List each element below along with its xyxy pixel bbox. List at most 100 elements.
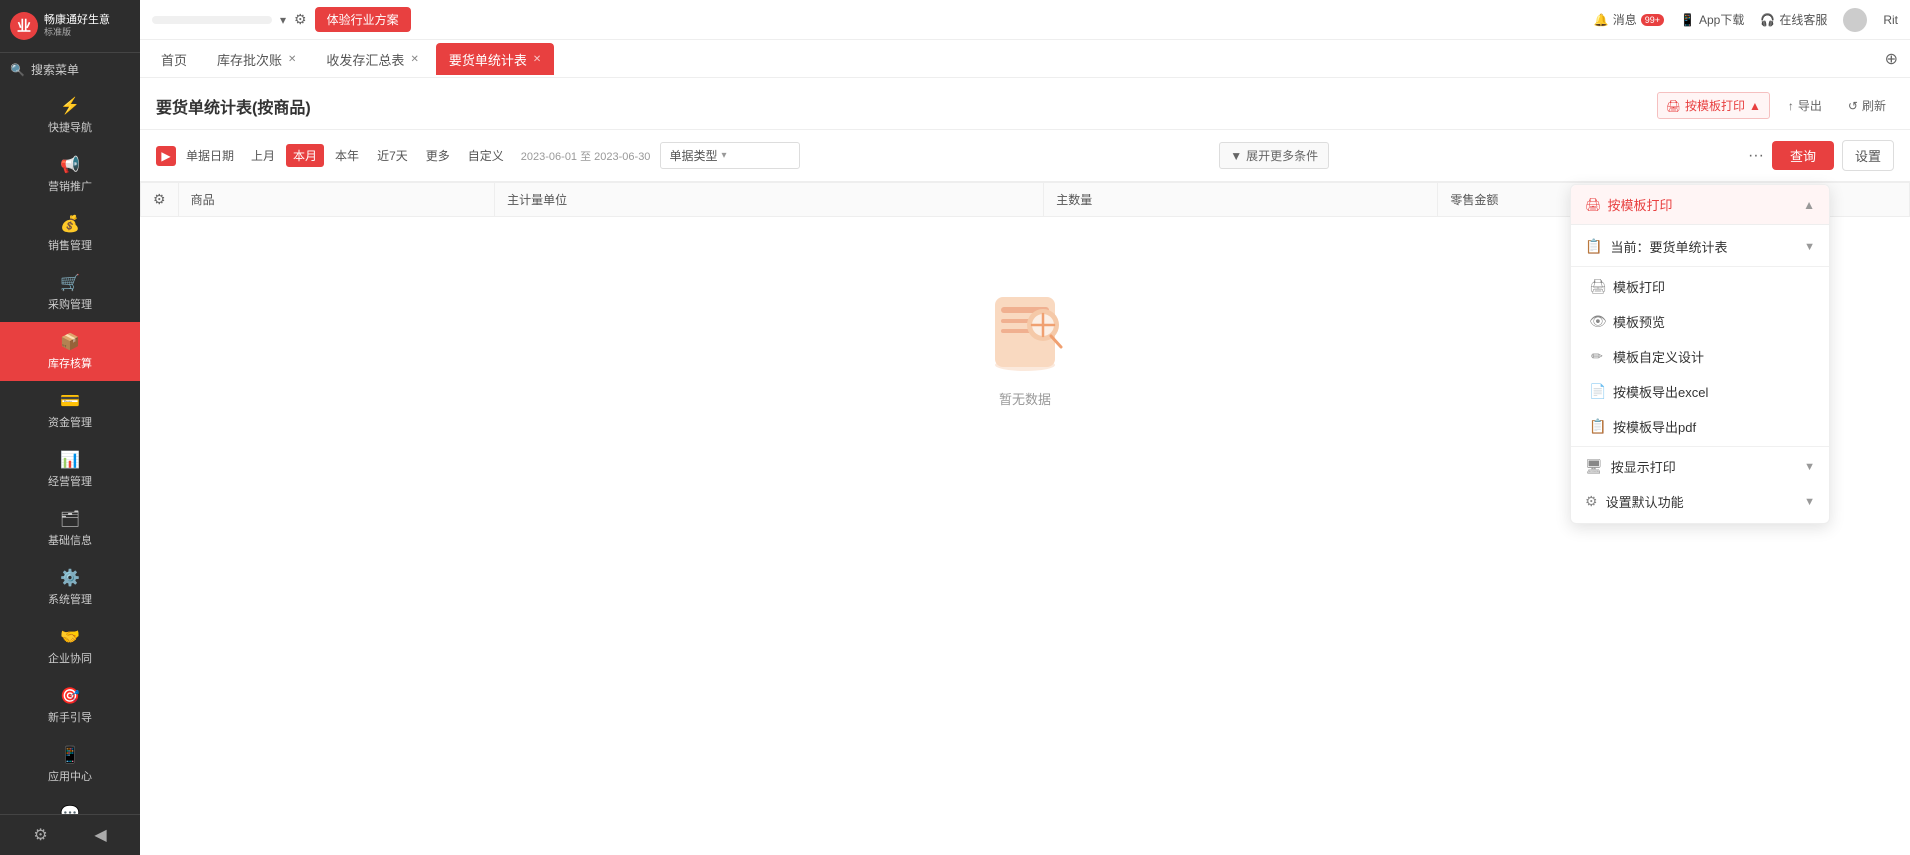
sidebar-item-inventory[interactable]: 📦 库存核算 bbox=[0, 322, 140, 381]
main-content: ▾ ⚙ 体验行业方案 🔔 消息 99+ 📱 App下载 🎧 在线客服 Rit bbox=[140, 0, 1910, 855]
settings-btn[interactable]: 设置 bbox=[1842, 140, 1894, 171]
sidebar-item-apps[interactable]: 📱 应用中心 bbox=[0, 735, 140, 794]
default-func-item[interactable]: ⚙ 设置默认功能 ▼ bbox=[1571, 484, 1829, 519]
logo-text: 畅康通好生意 标准版 bbox=[44, 13, 110, 39]
basic-icon: 🗂 bbox=[60, 509, 80, 529]
sidebar-item-operation[interactable]: 📊 经营管理 bbox=[0, 440, 140, 499]
template-excel-item[interactable]: 📄 按模板导出excel bbox=[1571, 374, 1829, 409]
sidebar-item-system[interactable]: ⚙️ 系统管理 bbox=[0, 558, 140, 617]
template-print-item[interactable]: 🖨 模板打印 bbox=[1571, 269, 1829, 304]
custom-date-btn[interactable]: 自定义 bbox=[461, 144, 511, 167]
filter-bar: ▶ 单据日期 上月 本月 本年 近7天 更多 自定义 2023-06-01 至 … bbox=[140, 130, 1910, 182]
sidebar-item-purchase[interactable]: 🛒 采购管理 bbox=[0, 263, 140, 322]
headset-icon: 🎧 bbox=[1760, 13, 1775, 27]
table-settings-col[interactable]: ⚙ bbox=[141, 183, 179, 217]
template-print-icon: 🖨 bbox=[1589, 278, 1605, 295]
sidebar-item-quick-nav[interactable]: ⚡ 快捷导航 bbox=[0, 86, 140, 145]
tab-home[interactable]: 首页 bbox=[148, 43, 200, 75]
sidebar-item-sales[interactable]: 💰 销售管理 bbox=[0, 204, 140, 263]
table-settings-icon[interactable]: ⚙ bbox=[153, 191, 166, 207]
more-options-btn[interactable]: ··· bbox=[1748, 147, 1764, 165]
receipt-summary-label: 收发存汇总表 bbox=[326, 50, 404, 69]
quantity-col-header: 主数量 bbox=[1044, 183, 1438, 217]
tab-order-stats[interactable]: 要货单统计表 ✕ bbox=[436, 43, 554, 75]
dropdown-close-area[interactable]: ▲ bbox=[1803, 198, 1815, 212]
user-avatar[interactable] bbox=[1843, 8, 1867, 32]
template-custom-item[interactable]: ✏ 模板自定义设计 bbox=[1571, 339, 1829, 374]
prev-month-btn[interactable]: 上月 bbox=[244, 144, 282, 167]
date-range-display: 2023-06-01 至 2023-06-30 bbox=[521, 148, 651, 164]
page-actions: 🖨 按模板打印 ▲ ↑ 导出 ↺ 刷新 bbox=[1657, 92, 1894, 119]
sales-icon: 💰 bbox=[60, 214, 80, 234]
top-search-input[interactable] bbox=[152, 16, 272, 24]
apps-icon: 📱 bbox=[60, 745, 80, 765]
app-logo: 业 畅康通好生意 标准版 bbox=[0, 0, 140, 53]
sidebar-item-wechat[interactable]: 💬 企业微信 bbox=[0, 794, 140, 814]
dropdown-header: 🖨 按模板打印 ▲ bbox=[1571, 185, 1829, 225]
export-icon: ↑ bbox=[1788, 99, 1794, 113]
this-month-btn[interactable]: 本月 bbox=[286, 144, 324, 167]
search-menu[interactable]: 🔍 搜索菜单 bbox=[0, 53, 140, 86]
empty-text: 暂无数据 bbox=[999, 389, 1051, 408]
refresh-icon: ↺ bbox=[1848, 99, 1858, 113]
operation-icon: 📊 bbox=[60, 450, 80, 470]
wechat-icon: 💬 bbox=[60, 804, 80, 814]
print-template-btn[interactable]: 🖨 按模板打印 ▲ bbox=[1657, 92, 1770, 119]
sidebar-item-finance[interactable]: 💳 资金管理 bbox=[0, 381, 140, 440]
template-pdf-item[interactable]: 📋 按模板导出pdf bbox=[1571, 409, 1829, 444]
topbar-settings-icon[interactable]: ⚙ bbox=[294, 11, 307, 28]
tab-inventory-batch[interactable]: 库存批次账 ✕ bbox=[204, 43, 309, 75]
sidebar: 业 畅康通好生意 标准版 🔍 搜索菜单 ⚡ 快捷导航 📢 营销推广 💰 销售管理… bbox=[0, 0, 140, 855]
inventory-batch-label: 库存批次账 bbox=[217, 50, 282, 69]
page-title: 要货单统计表(按商品) bbox=[156, 94, 311, 118]
template-pdf-icon: 📋 bbox=[1589, 418, 1605, 435]
search-chevron-icon[interactable]: ▾ bbox=[280, 13, 286, 27]
tab-receipt-summary[interactable]: 收发存汇总表 ✕ bbox=[313, 43, 431, 75]
date-buttons: 上月 本月 本年 近7天 更多 自定义 bbox=[244, 144, 511, 167]
template-custom-icon: ✏ bbox=[1589, 348, 1605, 365]
tab-expand-btn[interactable]: ⊕ bbox=[1881, 45, 1902, 73]
sidebar-item-basic[interactable]: 🗂 基础信息 bbox=[0, 499, 140, 558]
sidebar-item-cooperation[interactable]: 🤝 企业协同 bbox=[0, 617, 140, 676]
online-service-btn[interactable]: 🎧 在线客服 bbox=[1760, 11, 1827, 28]
template-preview-item[interactable]: 👁 模板预览 bbox=[1571, 304, 1829, 339]
expand-icon: ▼ bbox=[1230, 149, 1242, 163]
tab-close-inventory-batch[interactable]: ✕ bbox=[288, 54, 296, 65]
settings-icon[interactable]: ⚙ bbox=[33, 825, 47, 845]
dropdown-title: 🖨 按模板打印 bbox=[1585, 195, 1673, 214]
export-btn[interactable]: ↑ 导出 bbox=[1780, 93, 1830, 118]
app-download-btn[interactable]: 📱 App下载 bbox=[1680, 11, 1744, 28]
sidebar-item-guide[interactable]: 🎯 新手引导 bbox=[0, 676, 140, 735]
chevron-up-dropdown-icon: ▲ bbox=[1803, 198, 1815, 212]
messages-btn[interactable]: 🔔 消息 99+ bbox=[1594, 11, 1664, 28]
tab-close-receipt-summary[interactable]: ✕ bbox=[410, 54, 418, 65]
divider-1 bbox=[1571, 266, 1829, 267]
experience-btn[interactable]: 体验行业方案 bbox=[315, 7, 411, 32]
template-preview-icon: 👁 bbox=[1589, 313, 1605, 330]
expand-more-conditions-btn[interactable]: ▼ 展开更多条件 bbox=[1219, 142, 1329, 169]
printer-dropdown-icon: 🖨 bbox=[1585, 197, 1602, 213]
template-icon: 📋 bbox=[1585, 238, 1602, 255]
more-date-btn[interactable]: 更多 bbox=[419, 144, 457, 167]
page-header: 要货单统计表(按商品) 🖨 按模板打印 ▲ ↑ 导出 ↺ 刷新 bbox=[140, 78, 1910, 130]
sidebar-item-marketing[interactable]: 📢 营销推广 bbox=[0, 145, 140, 204]
collapse-icon[interactable]: ◀ bbox=[94, 825, 106, 845]
refresh-btn[interactable]: ↺ 刷新 bbox=[1840, 93, 1894, 118]
sidebar-nav: ⚡ 快捷导航 📢 营销推广 💰 销售管理 🛒 采购管理 📦 库存核算 💳 资金管… bbox=[0, 86, 140, 814]
query-btn[interactable]: 查询 bbox=[1772, 141, 1834, 170]
quick-nav-icon: ⚡ bbox=[60, 96, 80, 116]
home-tab-label: 首页 bbox=[161, 50, 187, 69]
tab-close-order-stats[interactable]: ✕ bbox=[533, 54, 541, 65]
this-year-btn[interactable]: 本年 bbox=[328, 144, 366, 167]
display-print-item[interactable]: 🖥 按显示打印 ▼ bbox=[1571, 449, 1829, 484]
last7-btn[interactable]: 近7天 bbox=[370, 144, 415, 167]
dropdown-section: 📋 当前：要货单统计表 ▼ 🖨 模板打印 👁 模板预览 bbox=[1571, 225, 1829, 523]
filter-expand-icon[interactable]: ▶ bbox=[156, 146, 176, 166]
current-template-item[interactable]: 📋 当前：要货单统计表 ▼ bbox=[1571, 229, 1829, 264]
chevron-up-icon: ▲ bbox=[1749, 99, 1761, 113]
search-icon: 🔍 bbox=[10, 63, 25, 77]
product-col-header: 商品 bbox=[178, 183, 495, 217]
tabs-bar: 首页 库存批次账 ✕ 收发存汇总表 ✕ 要货单统计表 ✕ ⊕ bbox=[140, 40, 1910, 78]
type-filter-select[interactable]: 单据类型 ▾ bbox=[660, 142, 800, 169]
purchase-icon: 🛒 bbox=[60, 273, 80, 293]
